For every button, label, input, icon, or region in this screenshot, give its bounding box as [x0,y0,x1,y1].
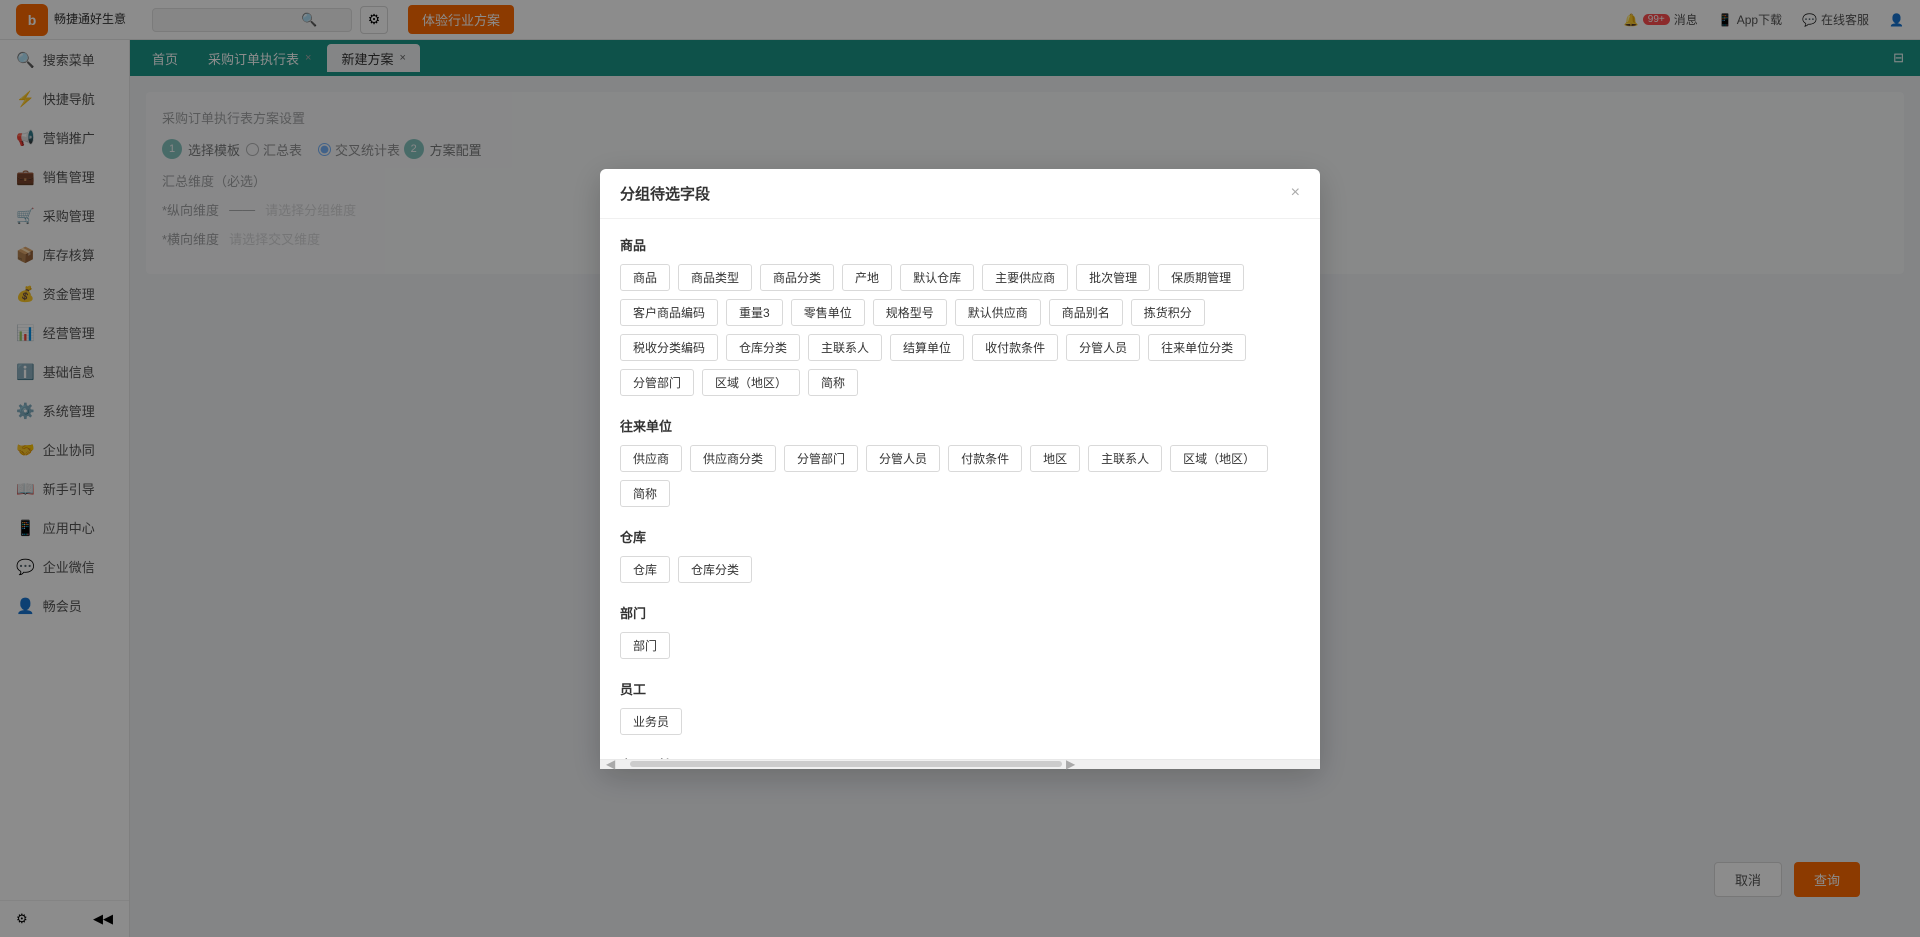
section-department-title: 部门 [620,603,1300,622]
section-employee-title: 员工 [620,679,1300,698]
field-tag[interactable]: 付款条件 [948,445,1022,472]
section-product-title: 商品 [620,235,1300,254]
field-tag[interactable]: 客户商品编码 [620,299,718,326]
field-tag[interactable]: 区域（地区） [702,369,800,396]
field-tag[interactable]: 零售单位 [791,299,865,326]
section-product: 商品 商品 商品类型 商品分类 产地 默认仓库 主要供应商 批次管理 保质期管理… [620,235,1300,396]
field-tag[interactable]: 仓库分类 [678,556,752,583]
field-tag[interactable]: 主要供应商 [982,264,1068,291]
field-tag[interactable]: 仓库分类 [726,334,800,361]
section-partner-title: 往来单位 [620,416,1300,435]
field-tag[interactable]: 区域（地区） [1170,445,1268,472]
field-tag[interactable]: 主联系人 [1088,445,1162,472]
field-tag[interactable]: 往来单位分类 [1148,334,1246,361]
field-tag[interactable]: 收付款条件 [972,334,1058,361]
field-tag[interactable]: 分管部门 [620,369,694,396]
hscroll-left[interactable]: ◀ [600,757,620,771]
field-tag[interactable]: 税收分类编码 [620,334,718,361]
field-tag[interactable]: 仓库 [620,556,670,583]
hscroll-thumb[interactable] [630,761,1062,767]
field-tag[interactable]: 主联系人 [808,334,882,361]
field-tag[interactable]: 商品别名 [1049,299,1123,326]
field-tag[interactable]: 分管人员 [1066,334,1140,361]
section-warehouse-tags: 仓库 仓库分类 [620,556,1300,583]
field-tag[interactable]: 部门 [620,632,670,659]
modal-close-button[interactable]: × [1291,185,1300,201]
section-department-tags: 部门 [620,632,1300,659]
field-tag[interactable]: 保质期管理 [1158,264,1244,291]
field-tag[interactable]: 产地 [842,264,892,291]
hscroll-right[interactable]: ▶ [1062,757,1082,771]
modal-header: 分组待选字段 × [600,169,1320,219]
modal-body: 商品 商品 商品类型 商品分类 产地 默认仓库 主要供应商 批次管理 保质期管理… [600,219,1320,759]
field-tag[interactable]: 重量3 [726,299,783,326]
field-tag[interactable]: 拣货积分 [1131,299,1205,326]
section-partner: 往来单位 供应商 供应商分类 分管部门 分管人员 付款条件 地区 主联系人 区域… [620,416,1300,507]
modal-title: 分组待选字段 [620,183,710,204]
field-tag[interactable]: 简称 [808,369,858,396]
modal-backdrop: 分组待选字段 × 商品 商品 商品类型 商品分类 产地 默认仓库 主要供应商 批… [0,0,1920,937]
section-employee-tags: 业务员 [620,708,1300,735]
field-tag[interactable]: 默认供应商 [955,299,1041,326]
field-tag[interactable]: 地区 [1030,445,1080,472]
section-product-tags: 商品 商品类型 商品分类 产地 默认仓库 主要供应商 批次管理 保质期管理 客户… [620,264,1300,396]
section-employee: 员工 业务员 [620,679,1300,735]
field-tag[interactable]: 供应商分类 [690,445,776,472]
field-tag[interactable]: 业务员 [620,708,682,735]
field-tag[interactable]: 结算单位 [890,334,964,361]
field-tag[interactable]: 分管部门 [784,445,858,472]
field-tag[interactable]: 简称 [620,480,670,507]
section-warehouse-title: 仓库 [620,527,1300,546]
section-warehouse: 仓库 仓库 仓库分类 [620,527,1300,583]
field-select-modal: 分组待选字段 × 商品 商品 商品类型 商品分类 产地 默认仓库 主要供应商 批… [600,169,1320,769]
field-tag[interactable]: 商品类型 [678,264,752,291]
field-tag[interactable]: 规格型号 [873,299,947,326]
field-tag[interactable]: 商品 [620,264,670,291]
field-tag[interactable]: 供应商 [620,445,682,472]
field-tag[interactable]: 分管人员 [866,445,940,472]
section-partner-tags: 供应商 供应商分类 分管部门 分管人员 付款条件 地区 主联系人 区域（地区） … [620,445,1300,507]
section-department: 部门 部门 [620,603,1300,659]
field-tag[interactable]: 批次管理 [1076,264,1150,291]
field-tag[interactable]: 默认仓库 [900,264,974,291]
field-tag[interactable]: 商品分类 [760,264,834,291]
modal-horizontal-scrollbar[interactable]: ◀ ▶ [600,759,1320,769]
